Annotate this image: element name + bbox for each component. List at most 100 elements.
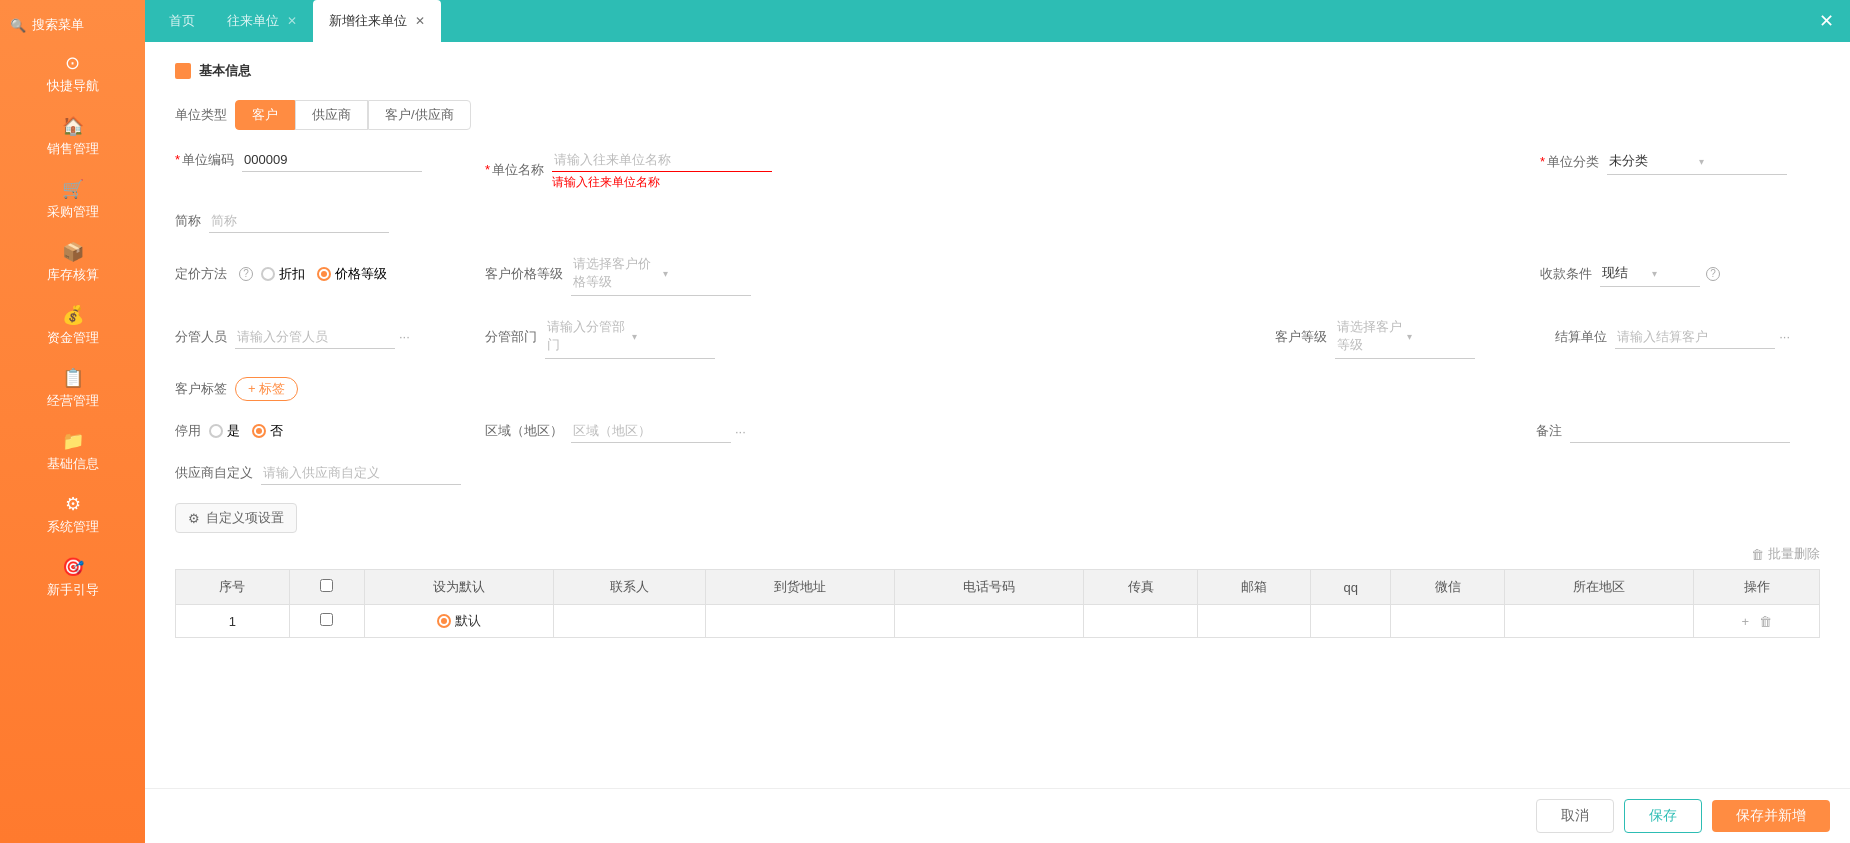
customer-level-field: 客户等级 请选择客户等级 ▾ — [1275, 314, 1525, 359]
settlement-field: 结算单位 ··· — [1555, 325, 1790, 349]
tags-label: 客户标签 — [175, 380, 227, 398]
save-button[interactable]: 保存 — [1624, 799, 1702, 833]
batch-delete-label[interactable]: 批量删除 — [1768, 545, 1820, 563]
pricing-radio-level-label: 价格等级 — [335, 265, 387, 283]
col-address: 到货地址 — [705, 570, 894, 605]
tab-new-contact[interactable]: 新增往来单位 ✕ — [313, 0, 441, 42]
unit-code-input[interactable] — [242, 148, 422, 172]
payment-terms-chevron: ▾ — [1652, 268, 1698, 279]
sidebar-item-purchase[interactable]: 🛒 采购管理 — [0, 168, 145, 231]
row-fax — [1084, 605, 1198, 638]
disabled-row: 停用 是 否 区域（地区） ··· 备注 — [175, 419, 1820, 443]
row-default-radio[interactable]: 默认 — [371, 612, 547, 630]
pricing-radio-discount[interactable]: 折扣 — [261, 265, 305, 283]
customer-level-select[interactable]: 请选择客户等级 ▾ — [1335, 314, 1475, 359]
type-btn-both[interactable]: 客户/供应商 — [368, 100, 471, 130]
customer-price-label: 客户价格等级 — [485, 265, 563, 283]
payment-terms-select[interactable]: 现结 ▾ — [1600, 260, 1700, 287]
supplier-custom-label: 供应商自定义 — [175, 464, 253, 482]
col-contact: 联系人 — [554, 570, 705, 605]
type-btn-supplier[interactable]: 供应商 — [295, 100, 368, 130]
unit-code-field: 单位编码 — [175, 148, 455, 172]
unit-name-field: 单位名称 请输入往来单位名称 — [485, 148, 1510, 191]
department-chevron: ▾ — [632, 331, 713, 342]
tab-new-contact-label: 新增往来单位 — [329, 12, 407, 30]
payment-terms-label: 收款条件 — [1540, 265, 1592, 283]
pricing-radio-level[interactable]: 价格等级 — [317, 265, 387, 283]
supplier-custom-field: 供应商自定义 — [175, 461, 461, 485]
sidebar-item-basics[interactable]: 📁 基础信息 — [0, 420, 145, 483]
main-area: 首页 往来单位 ✕ 新增往来单位 ✕ ✕ 基本信息 单位类型 客户 供应商 — [145, 0, 1850, 843]
row-address — [705, 605, 894, 638]
supplier-custom-input[interactable] — [261, 461, 461, 485]
add-tag-button[interactable]: + 标签 — [235, 377, 298, 401]
add-tag-label: + 标签 — [248, 380, 285, 398]
custom-settings-label: 自定义项设置 — [206, 509, 284, 527]
inventory-icon: 📦 — [62, 241, 84, 263]
tab-contacts-close[interactable]: ✕ — [287, 14, 297, 28]
pricing-help-icon[interactable]: ? — [239, 267, 253, 281]
sales-icon: 🏠 — [62, 115, 84, 137]
customer-price-select[interactable]: 请选择客户价格等级 ▾ — [571, 251, 751, 296]
sidebar-item-newbie[interactable]: 🎯 新手引导 — [0, 546, 145, 609]
manager-more[interactable]: ··· — [399, 329, 410, 344]
sidebar-item-purchase-label: 采购管理 — [47, 203, 99, 221]
customer-price-placeholder: 请选择客户价格等级 — [573, 255, 659, 291]
region-more[interactable]: ··· — [735, 424, 746, 439]
tab-home[interactable]: 首页 — [153, 0, 211, 42]
unit-type-label: 单位类型 — [175, 106, 227, 124]
col-action: 操作 — [1694, 570, 1820, 605]
settlement-label: 结算单位 — [1555, 328, 1607, 346]
row-delete-button[interactable]: 🗑 — [1759, 614, 1772, 629]
unit-category-label: 单位分类 — [1540, 153, 1599, 171]
row-add-button[interactable]: + — [1741, 614, 1749, 629]
disabled-radio-yes[interactable]: 是 — [209, 422, 240, 440]
sidebar-item-system[interactable]: ⚙ 系统管理 — [0, 483, 145, 546]
type-btn-customer[interactable]: 客户 — [235, 100, 295, 130]
save-new-button[interactable]: 保存并新增 — [1712, 800, 1830, 832]
shortname-input[interactable] — [209, 209, 389, 233]
unit-category-select[interactable]: 未分类 ▾ — [1607, 148, 1787, 175]
tab-contacts[interactable]: 往来单位 ✕ — [211, 0, 313, 42]
department-select[interactable]: 请输入分管部门 ▾ — [545, 314, 715, 359]
department-label: 分管部门 — [485, 328, 537, 346]
row-qq — [1311, 605, 1391, 638]
row-checkbox-input[interactable] — [320, 613, 333, 626]
sidebar-item-quicknav[interactable]: ⊙ 快捷导航 — [0, 42, 145, 105]
notes-input[interactable] — [1570, 419, 1790, 443]
sidebar-item-finance[interactable]: 💰 资金管理 — [0, 294, 145, 357]
col-default: 设为默认 — [365, 570, 554, 605]
customer-level-placeholder: 请选择客户等级 — [1337, 318, 1403, 354]
shortname-field: 简称 — [175, 209, 455, 233]
unit-info-row: 单位编码 单位名称 请输入往来单位名称 单位分类 未分类 ▾ — [175, 148, 1820, 191]
section-basic-info: 基本信息 — [175, 62, 1820, 80]
sidebar-item-quicknav-label: 快捷导航 — [47, 77, 99, 95]
cancel-button[interactable]: 取消 — [1536, 799, 1614, 833]
main-close-button[interactable]: ✕ — [1811, 10, 1842, 32]
sidebar-item-finance-label: 资金管理 — [47, 329, 99, 347]
region-field: 区域（地区） ··· — [485, 419, 1506, 443]
col-fax: 传真 — [1084, 570, 1198, 605]
tab-new-contact-close[interactable]: ✕ — [415, 14, 425, 28]
settlement-more[interactable]: ··· — [1779, 329, 1790, 344]
sidebar-item-sales[interactable]: 🏠 销售管理 — [0, 105, 145, 168]
settlement-input[interactable] — [1615, 325, 1775, 349]
department-field: 分管部门 请输入分管部门 ▾ — [485, 314, 1245, 359]
region-label: 区域（地区） — [485, 422, 563, 440]
row-phone — [895, 605, 1084, 638]
unit-name-input[interactable] — [552, 148, 772, 172]
sidebar-item-search[interactable]: 🔍 搜索菜单 — [0, 8, 145, 42]
sidebar-item-operations[interactable]: 📋 经营管理 — [0, 357, 145, 420]
table-header-checkbox[interactable] — [320, 579, 333, 592]
disabled-radio-no[interactable]: 否 — [252, 422, 283, 440]
search-icon: 🔍 — [10, 18, 26, 33]
sidebar-item-inventory[interactable]: 📦 库存核算 — [0, 231, 145, 294]
payment-help-icon[interactable]: ? — [1706, 267, 1720, 281]
custom-settings-button[interactable]: ⚙ 自定义项设置 — [175, 503, 297, 533]
section-icon — [175, 63, 191, 79]
manager-input[interactable] — [235, 325, 395, 349]
sidebar: 🔍 搜索菜单 ⊙ 快捷导航 🏠 销售管理 🛒 采购管理 📦 库存核算 💰 资金管… — [0, 0, 145, 843]
operations-icon: 📋 — [62, 367, 84, 389]
region-input[interactable] — [571, 419, 731, 443]
disabled-radio-no-label: 否 — [270, 422, 283, 440]
